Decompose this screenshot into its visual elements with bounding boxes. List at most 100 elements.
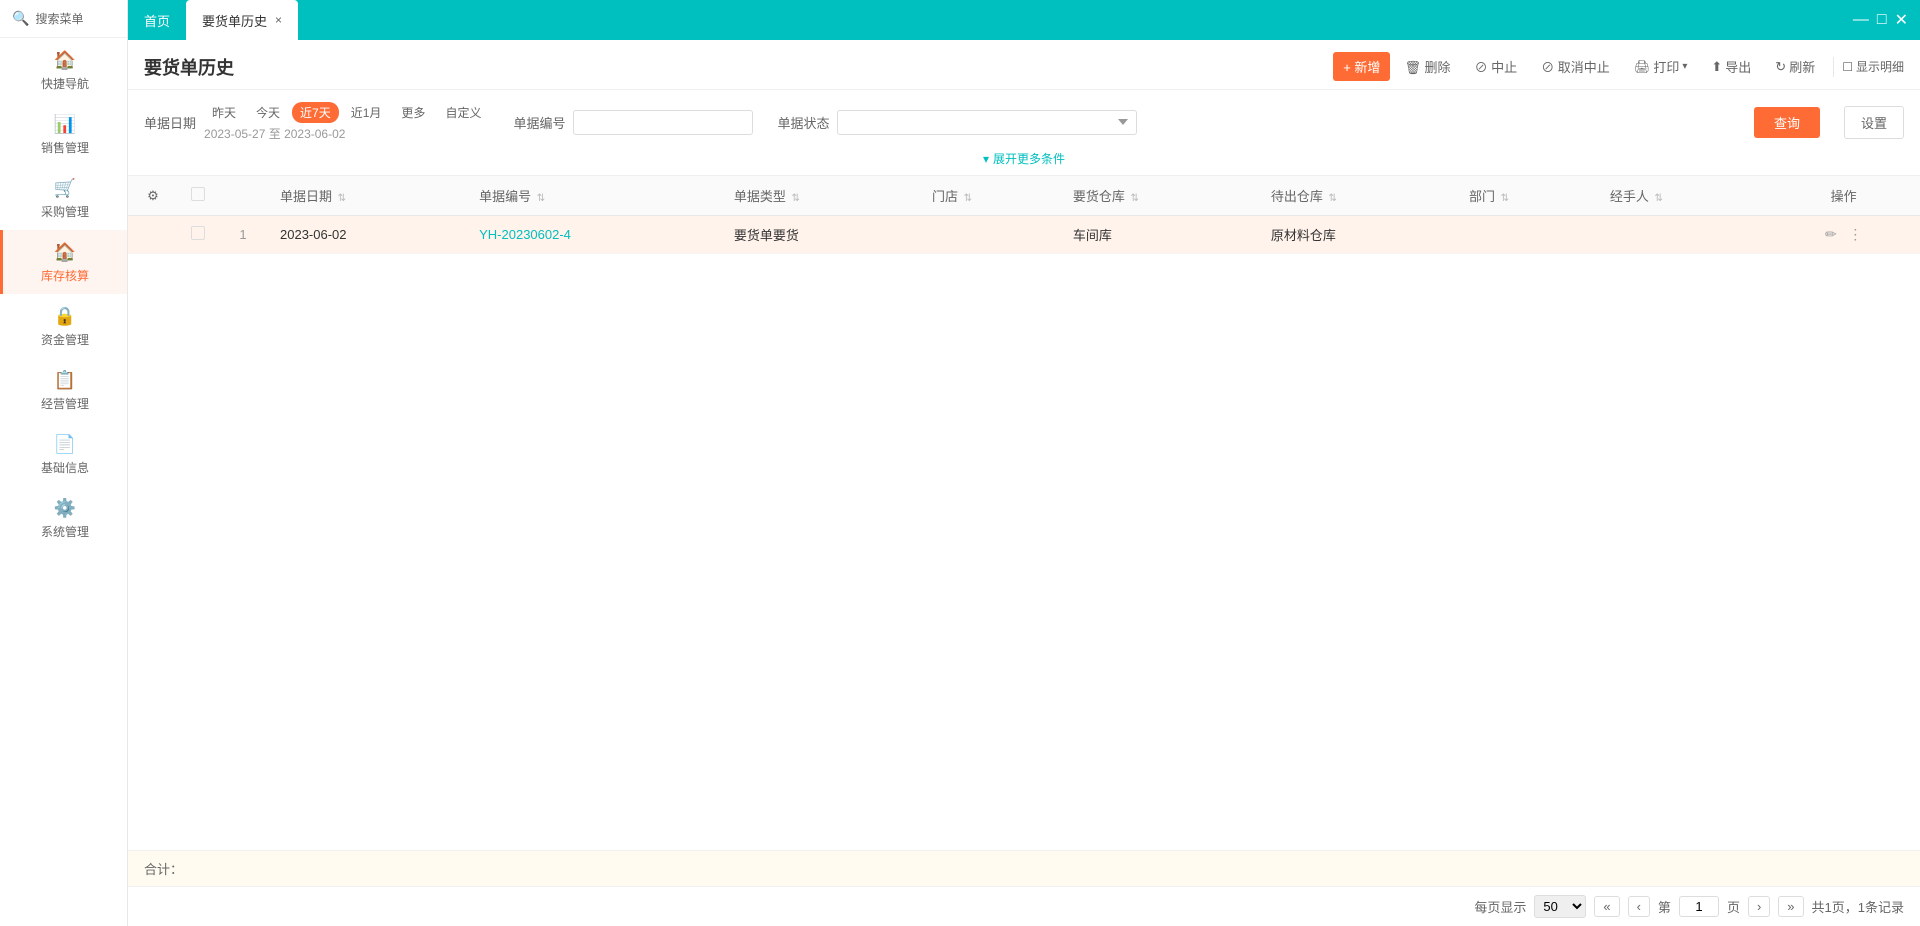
sort-icon-store: ⇅ (964, 193, 972, 204)
date-pill-custom[interactable]: 自定义 (437, 102, 489, 123)
td-checkbox[interactable] (178, 216, 218, 254)
sidebar-item-base-info[interactable]: 📄 基础信息 (0, 422, 127, 486)
sidebar-item-purchase[interactable]: 🛒 采购管理 (0, 166, 127, 230)
operations-icon: 📋 (54, 370, 76, 391)
topbar: 首页 要货单历史 × — □ ✕ (128, 0, 1920, 40)
row-checkbox[interactable] (191, 226, 205, 240)
total-label: 合计： (144, 862, 183, 877)
date-pill-7days[interactable]: 近7天 (292, 102, 339, 123)
order-no-input[interactable] (573, 110, 753, 135)
data-table: ⚙ 单据日期 ⇅ 单据编号 ⇅ 单据类型 ⇅ 门店 ⇅ 要货仓库 ⇅ 待出仓库 … (128, 176, 1920, 254)
first-page-button[interactable]: « (1594, 896, 1619, 917)
th-handler[interactable]: 经手人 ⇅ (1598, 176, 1767, 216)
td-order-type: 要货单要货 (722, 216, 920, 254)
row-more-button[interactable]: ⋮ (1844, 224, 1866, 245)
page-title: 要货单历史 (144, 54, 234, 80)
tab-home[interactable]: 首页 (128, 0, 186, 40)
status-select[interactable] (837, 110, 1137, 135)
next-page-button[interactable]: › (1748, 896, 1770, 917)
base-info-icon: 📄 (54, 434, 76, 455)
td-num: 1 (218, 216, 268, 254)
sidebar-item-label: 经营管理 (41, 395, 89, 412)
window-maximize-icon[interactable]: □ (1877, 11, 1887, 29)
suspend-button[interactable]: ⊘ 中止 (1465, 52, 1528, 81)
date-pill-more[interactable]: 更多 (393, 102, 433, 123)
th-settings[interactable]: ⚙ (128, 176, 178, 216)
order-no-link[interactable]: YH-20230602-4 (479, 227, 571, 242)
tab-close-icon[interactable]: × (275, 13, 282, 27)
settings-button[interactable]: 设置 (1844, 106, 1904, 139)
sort-icon-req-wh: ⇅ (1130, 193, 1138, 204)
last-page-button[interactable]: » (1778, 896, 1803, 917)
topbar-right: — □ ✕ (1853, 10, 1920, 30)
table-footer: 合计： (128, 850, 1920, 886)
export-label: 导出 (1725, 57, 1751, 76)
add-button[interactable]: + 新增 (1333, 52, 1390, 81)
sidebar-item-sales[interactable]: 📊 销售管理 (0, 102, 127, 166)
expand-more-btn[interactable]: ▾ 展开更多条件 (144, 150, 1904, 167)
tab-active[interactable]: 要货单历史 × (186, 0, 298, 40)
sidebar-item-finance[interactable]: 🔒 资金管理 (0, 294, 127, 358)
th-request-warehouse[interactable]: 要货仓库 ⇅ (1061, 176, 1259, 216)
sidebar-item-label: 系统管理 (41, 523, 89, 540)
date-pill-yesterday[interactable]: 昨天 (204, 102, 244, 123)
print-icon: 🖨 (1634, 59, 1651, 75)
sales-icon: 📊 (54, 114, 76, 135)
sort-icon-order-type: ⇅ (792, 193, 800, 204)
sidebar-search-label: 搜索菜单 (35, 10, 83, 27)
expand-label: 展开更多条件 (993, 150, 1065, 167)
sidebar: 🔍 搜索菜单 🏠 快捷导航 📊 销售管理 🛒 采购管理 🏠 库存核算 🔒 资金管… (0, 0, 128, 926)
th-order-type[interactable]: 单据类型 ⇅ (722, 176, 920, 216)
order-no-label: 单据编号 (513, 113, 565, 132)
td-order-no[interactable]: YH-20230602-4 (467, 216, 722, 254)
show-detail-button[interactable]: ☐ 显示明细 (1842, 58, 1904, 75)
th-operations: 操作 (1767, 176, 1920, 216)
finance-icon: 🔒 (54, 306, 76, 327)
sidebar-item-operations[interactable]: 📋 经营管理 (0, 358, 127, 422)
th-checkbox[interactable] (178, 176, 218, 216)
page-label-first: 第 (1658, 897, 1671, 916)
page-suffix: 页 (1727, 897, 1740, 916)
print-button[interactable]: 🖨 打印 ▾ (1624, 52, 1698, 81)
query-button[interactable]: 查询 (1754, 107, 1820, 138)
table-header: ⚙ 单据日期 ⇅ 单据编号 ⇅ 单据类型 ⇅ 门店 ⇅ 要货仓库 ⇅ 待出仓库 … (128, 176, 1920, 216)
tab-home-label: 首页 (144, 11, 170, 30)
date-pill-today[interactable]: 今天 (248, 102, 288, 123)
sidebar-item-system[interactable]: ⚙️ 系统管理 (0, 486, 127, 550)
sidebar-search[interactable]: 🔍 搜索菜单 (0, 0, 127, 38)
content-area: 要货单历史 + 新增 🗑 删除 ⊘ 中止 ⊘ 取消中止 🖨 打印 ▾ ⬆ 导出 … (128, 40, 1920, 926)
th-department[interactable]: 部门 ⇅ (1457, 176, 1598, 216)
window-close-icon[interactable]: ✕ (1895, 10, 1908, 30)
sidebar-item-label: 基础信息 (41, 459, 89, 476)
th-pending-warehouse[interactable]: 待出仓库 ⇅ (1259, 176, 1457, 216)
system-icon: ⚙️ (54, 498, 76, 519)
th-store[interactable]: 门店 ⇅ (920, 176, 1061, 216)
purchase-icon: 🛒 (54, 178, 76, 199)
per-page-select[interactable]: 50 100 200 (1534, 895, 1586, 918)
select-all-checkbox[interactable] (191, 187, 205, 201)
row-edit-button[interactable]: ✏ (1821, 224, 1841, 245)
total-info: 共1页，1条记录 (1812, 897, 1904, 916)
toolbar-divider (1833, 57, 1834, 77)
table-body: 1 2023-06-02 YH-20230602-4 要货单要货 车间库 原材料… (128, 216, 1920, 254)
sort-icon-pend-wh: ⇅ (1329, 193, 1337, 204)
refresh-button[interactable]: ↻ 刷新 (1765, 52, 1825, 81)
sidebar-item-inventory[interactable]: 🏠 库存核算 (0, 230, 127, 294)
main-area: 首页 要货单历史 × — □ ✕ 要货单历史 + 新增 🗑 删除 ⊘ 中止 ⊘ … (128, 0, 1920, 926)
export-button[interactable]: ⬆ 导出 (1701, 52, 1761, 81)
delete-button[interactable]: 🗑 删除 (1394, 52, 1460, 81)
td-store (920, 216, 1061, 254)
page-number-input[interactable] (1679, 896, 1719, 917)
sidebar-item-label: 库存核算 (41, 267, 89, 284)
sidebar-item-quick-nav[interactable]: 🏠 快捷导航 (0, 38, 127, 102)
toolbar: + 新增 🗑 删除 ⊘ 中止 ⊘ 取消中止 🖨 打印 ▾ ⬆ 导出 ↻ 刷新 (1333, 52, 1904, 81)
sort-icon-date: ⇅ (338, 193, 346, 204)
window-minimize-icon[interactable]: — (1853, 11, 1869, 29)
print-chevron-icon: ▾ (1682, 61, 1687, 72)
prev-page-button[interactable]: ‹ (1628, 896, 1650, 917)
th-date[interactable]: 单据日期 ⇅ (268, 176, 467, 216)
th-order-no[interactable]: 单据编号 ⇅ (467, 176, 722, 216)
date-pill-1month[interactable]: 近1月 (343, 102, 390, 123)
cancel-suspend-button[interactable]: ⊘ 取消中止 (1531, 52, 1620, 81)
th-num (218, 176, 268, 216)
